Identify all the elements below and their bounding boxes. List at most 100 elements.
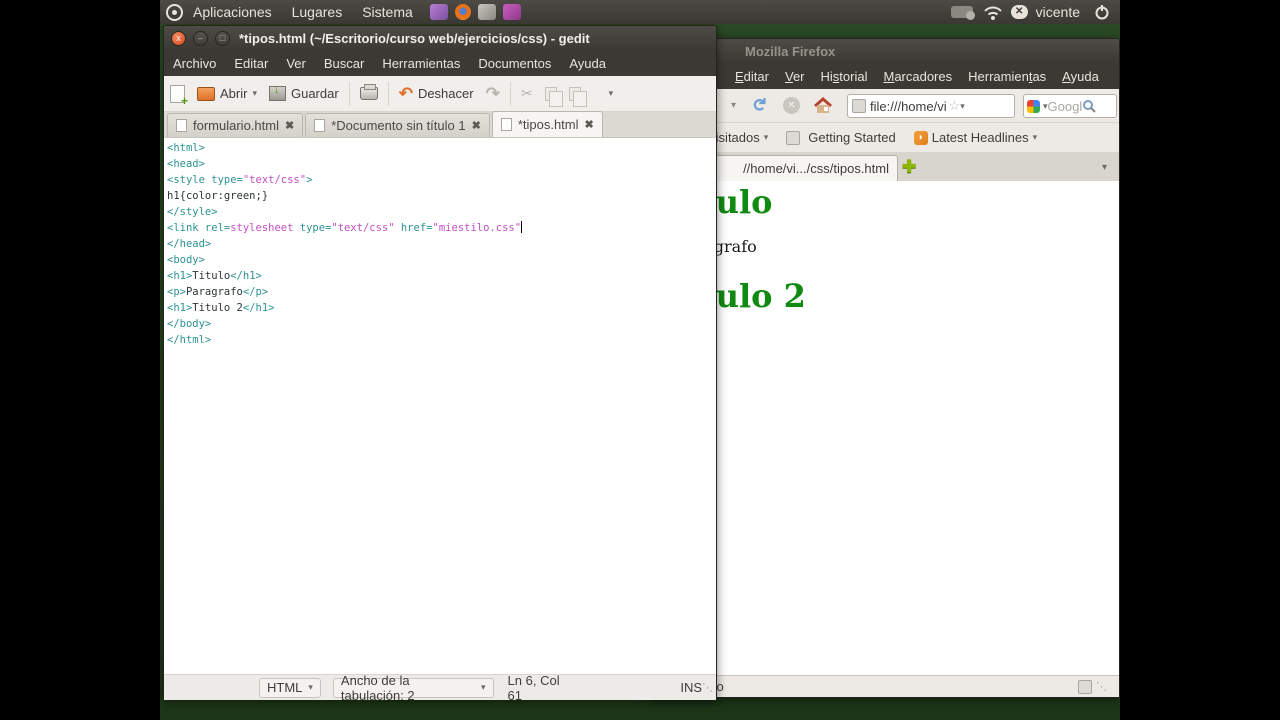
- notes-icon[interactable]: [1078, 679, 1092, 694]
- url-text[interactable]: file:///home/vi: [870, 99, 947, 114]
- firefox-window-title: Mozilla Firefox: [745, 43, 836, 59]
- menu-historial[interactable]: Historial: [813, 69, 876, 84]
- code-line: <head>: [167, 158, 205, 170]
- maximize-icon[interactable]: □: [215, 30, 230, 46]
- new-document-button[interactable]: [164, 79, 191, 109]
- menu-aplicaciones[interactable]: Aplicaciones: [183, 0, 282, 24]
- menu-sistema[interactable]: Sistema: [352, 0, 423, 24]
- screen-share-icon[interactable]: [429, 4, 448, 20]
- menu-herramientas[interactable]: Herramientas: [960, 69, 1054, 84]
- undo-icon: ↶: [398, 83, 413, 103]
- tab-label: *tipos.html: [517, 117, 579, 132]
- close-icon[interactable]: ✖: [472, 119, 481, 132]
- gedit-tabbar: formulario.html ✖ *Documento sin título …: [164, 111, 716, 138]
- menu-ver[interactable]: Ver: [277, 56, 315, 71]
- rss-icon: ◗: [913, 130, 928, 145]
- cut-icon: ✂: [520, 85, 533, 101]
- tab-label: *Documento sin título 1: [331, 118, 466, 133]
- undo-button[interactable]: ↶ Deshacer: [393, 79, 480, 109]
- gedit-titlebar[interactable]: x – □ *tipos.html (~/Escritorio/curso we…: [164, 26, 716, 50]
- firefox-menubar: Editar Ver Historial Marcadores Herramie…: [651, 63, 1119, 89]
- gedit-window[interactable]: x – □ *tipos.html (~/Escritorio/curso we…: [163, 25, 717, 703]
- getting-started-favicon: [786, 130, 801, 145]
- tab-tipos[interactable]: *tipos.html ✖: [491, 111, 603, 137]
- bookmark-getting-started[interactable]: Getting Started: [808, 130, 895, 145]
- save-icon: [268, 84, 286, 101]
- desktop: x – □ Mozilla Firefox Editar Ver Histori…: [160, 0, 1120, 720]
- chevron-down-icon: ▾: [308, 682, 313, 692]
- menu-lugares[interactable]: Lugares: [282, 0, 353, 24]
- bookmark-star-icon[interactable]: ☆: [949, 98, 961, 114]
- file-icon: [176, 119, 187, 132]
- reload-icon[interactable]: ↻: [748, 97, 769, 112]
- code-line: </style>: [167, 206, 218, 218]
- url-bar[interactable]: file:///home/vi ☆ ▾: [847, 94, 1015, 118]
- close-icon[interactable]: x: [171, 30, 186, 46]
- open-dropdown-icon[interactable]: ▾: [252, 88, 257, 99]
- volume-icon[interactable]: [950, 6, 975, 20]
- redo-button[interactable]: ↷: [480, 79, 506, 109]
- editor-icon[interactable]: [502, 4, 521, 20]
- menu-documentos[interactable]: Documentos: [469, 56, 560, 71]
- chat-bubble-icon[interactable]: ✕: [1010, 5, 1028, 19]
- gedit-toolbar: Abrir ▾ Guardar ↶ Deshacer ↷ ✂ ▾: [164, 76, 716, 112]
- print-button[interactable]: [354, 79, 384, 109]
- search-text[interactable]: Googl: [1048, 99, 1083, 114]
- wifi-icon[interactable]: [983, 5, 1003, 20]
- page-content: Titulo Paragrafo Titulo 2: [651, 181, 1119, 675]
- search-box[interactable]: ▾ Googl: [1023, 94, 1117, 118]
- tab-list-dropdown-icon[interactable]: ▾: [1102, 162, 1107, 173]
- tab-documento-sin-titulo[interactable]: *Documento sin título 1 ✖: [305, 113, 490, 137]
- username[interactable]: vicente: [1036, 4, 1080, 20]
- magnifier-icon[interactable]: [1082, 99, 1096, 113]
- menu-herramientas[interactable]: Herramientas: [373, 56, 469, 71]
- firefox-titlebar[interactable]: x – □ Mozilla Firefox: [651, 39, 1119, 63]
- menu-archivo[interactable]: Archivo: [164, 56, 225, 71]
- menu-ayuda[interactable]: Ayuda: [560, 56, 615, 71]
- code-line: <h1>Titulo</h1>: [167, 270, 262, 282]
- resize-grip[interactable]: ⋱: [702, 681, 713, 694]
- save-button[interactable]: Guardar: [263, 79, 345, 109]
- open-button[interactable]: Abrir ▾: [191, 79, 263, 109]
- ubuntu-logo-icon[interactable]: [166, 3, 183, 21]
- firefox-nav-toolbar: ▾ ↻ ✕ file:///home/vi ☆ ▾ ▾ Googl: [651, 89, 1119, 123]
- top-panel: Aplicaciones Lugares Sistema ✕ vicente: [160, 0, 1120, 24]
- menu-editar[interactable]: Editar: [225, 56, 277, 71]
- minimize-icon[interactable]: –: [193, 30, 208, 46]
- back-forward-dropdown-icon[interactable]: ▾: [731, 100, 736, 111]
- stop-icon[interactable]: ✕: [783, 97, 800, 114]
- code-line: h1{color:green;}: [167, 190, 269, 202]
- firefox-icon[interactable]: [454, 4, 471, 20]
- undo-label: Deshacer: [417, 86, 474, 101]
- tab-width-label: Ancho de la tabulación: 2: [340, 672, 415, 703]
- code-editor[interactable]: <html> <head> <style type="text/css"> h1…: [164, 138, 716, 674]
- language-label: HTML: [267, 680, 303, 695]
- file-icon: [500, 118, 512, 131]
- menu-marcadores[interactable]: Marcadores: [875, 69, 960, 84]
- menu-buscar[interactable]: Buscar: [315, 56, 373, 71]
- url-dropdown-icon[interactable]: ▾: [960, 101, 965, 112]
- redo-icon: ↷: [485, 83, 500, 103]
- toolbar-overflow-icon[interactable]: ▾: [609, 88, 614, 99]
- home-icon[interactable]: [814, 97, 832, 113]
- power-icon[interactable]: [1094, 4, 1110, 20]
- menu-ver[interactable]: Ver: [777, 69, 813, 84]
- display-icon[interactable]: [477, 4, 496, 20]
- menu-ayuda[interactable]: Ayuda: [1054, 69, 1107, 84]
- gedit-menubar: Archivo Editar Ver Buscar Herramientas D…: [164, 50, 716, 76]
- bookmark-latest-headlines[interactable]: Latest Headlines: [932, 130, 1029, 145]
- tab-width-select[interactable]: Ancho de la tabulación: 2 ▾: [332, 673, 494, 703]
- close-icon[interactable]: ✖: [585, 118, 594, 131]
- cut-button[interactable]: ✂: [515, 79, 539, 109]
- menu-editar[interactable]: Editar: [727, 69, 777, 84]
- language-select[interactable]: HTML ▾: [259, 677, 321, 698]
- copy-button[interactable]: [539, 79, 563, 109]
- resize-grip[interactable]: ⋱: [1096, 680, 1107, 693]
- tab-formulario[interactable]: formulario.html ✖: [167, 113, 304, 137]
- firefox-window[interactable]: x – □ Mozilla Firefox Editar Ver Histori…: [650, 38, 1120, 698]
- code-line: </body>: [167, 318, 212, 330]
- close-icon[interactable]: ✖: [285, 119, 294, 132]
- code-line: <html>: [167, 142, 205, 154]
- paste-button[interactable]: [563, 79, 587, 109]
- new-tab-icon[interactable]: ✚: [902, 157, 916, 177]
